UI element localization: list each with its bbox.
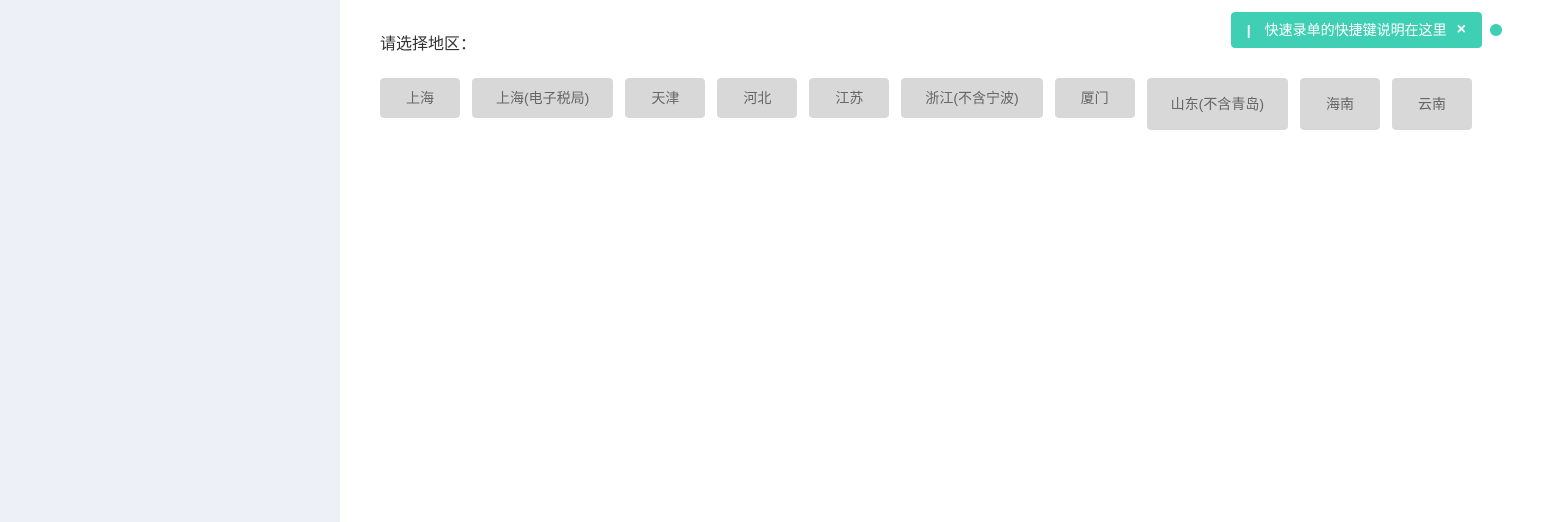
region-btn-zhejiang[interactable]: 浙江(不含宁波) [901,78,1042,118]
region-btn-shandong[interactable]: 山东(不含青岛) [1147,78,1288,130]
region-row-2: 山东(不含青岛)海南云南 [1147,78,1472,130]
region-buttons: 上海上海(电子税局) 天津河北江苏浙江(不含宁波) 厦门 山东(不含青岛)海南云南 [380,78,1522,130]
region-btn-tianjin[interactable]: 天津 [625,78,705,118]
tooltip-close-button[interactable]: × [1457,21,1466,39]
region-btn-hebei[interactable]: 河北 [717,78,797,118]
region-row-1: 上海上海(电子税局) 天津河北江苏浙江(不含宁波) 厦门 [380,78,1135,118]
region-btn-xiamen[interactable]: 厦门 [1055,78,1135,118]
tooltip-container: 快速录单的快捷键说明在这里 × [1231,12,1502,48]
main-content: 请选择地区： 上海上海(电子税局)天津河北江苏浙江(不含宁波)厦门 山东(不含青… [340,0,1562,522]
tooltip-text: 快速录单的快捷键说明在这里 [1265,20,1447,40]
tooltip-dot [1490,24,1502,36]
region-btn-shanghai-etax[interactable]: 上海(电子税局) [472,78,613,118]
region-btn-shanghai[interactable]: 上海 [380,78,460,118]
left-sidebar [0,0,340,522]
region-btn-hainan[interactable]: 海南 [1300,78,1380,130]
region-btn-yunnan[interactable]: 云南 [1392,78,1472,130]
region-btn-jiangsu[interactable]: 江苏 [809,78,889,118]
tooltip-bubble: 快速录单的快捷键说明在这里 × [1231,12,1482,48]
